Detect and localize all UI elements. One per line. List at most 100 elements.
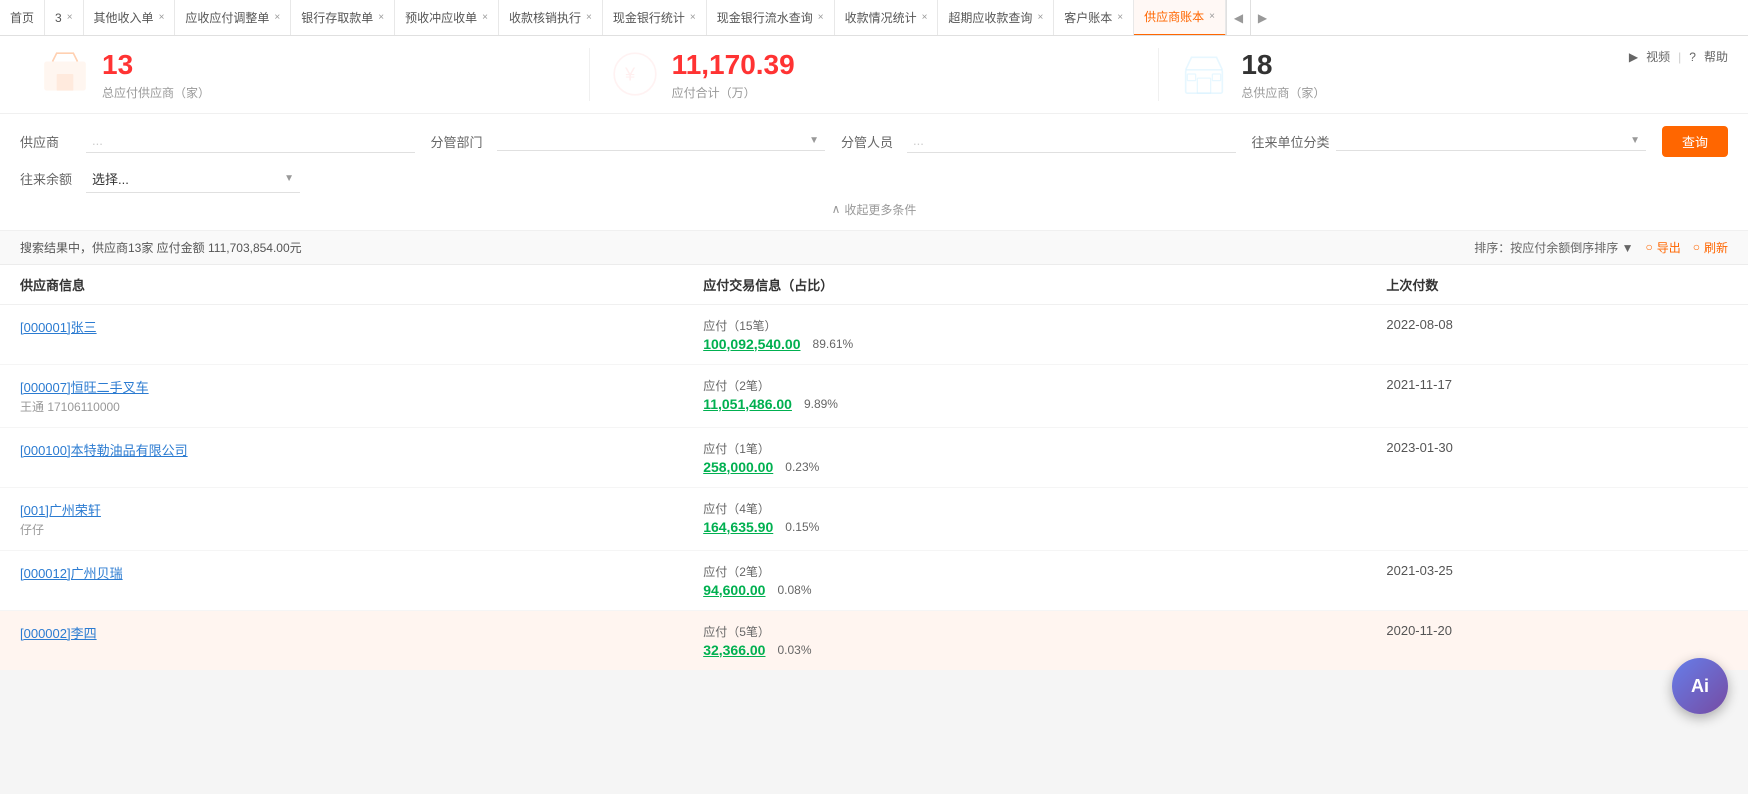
- close-icon[interactable]: ×: [922, 12, 928, 23]
- balance-select-value: 选择...: [92, 169, 129, 188]
- supplier-info-cell: [000100]本特勒油品有限公司: [20, 440, 703, 475]
- supplier-link[interactable]: [000007]恒旺二手叉车: [20, 377, 703, 396]
- export-button[interactable]: ○ 导出: [1645, 239, 1680, 256]
- close-icon[interactable]: ×: [482, 12, 488, 23]
- supplier-link[interactable]: [000002]李四: [20, 623, 703, 642]
- supplier-info-cell: [000001]张三: [20, 317, 703, 352]
- table-row[interactable]: [000002]李四 应付 （5笔） 32,366.00 0.03% 2020-…: [0, 611, 1748, 671]
- balance-filter-select[interactable]: 选择... ▼: [86, 165, 300, 193]
- last-pay-date: 2020-11-20: [1386, 623, 1452, 638]
- table-header: 供应商信息 应付交易信息（占比） 上次付数: [0, 265, 1748, 305]
- last-pay-cell: 2023-01-30: [1386, 440, 1728, 475]
- nav-tab-ar-ap-adjust[interactable]: 应收应付调整单 ×: [175, 0, 291, 36]
- filter-dept: 分管部门 ▼: [431, 131, 826, 151]
- close-icon[interactable]: ×: [1037, 12, 1043, 23]
- table-row[interactable]: [000012]广州贝瑞 应付 （2笔） 94,600.00 0.08% 202…: [0, 551, 1748, 611]
- sort-label[interactable]: 排序：按应付余额倒序排序 ▼: [1474, 239, 1633, 256]
- right-arrow-icon: ▶: [1258, 11, 1267, 25]
- person-filter-input[interactable]: [907, 129, 1236, 153]
- nav-tab-ar-ap-adjust-label: 应收应付调整单: [185, 9, 269, 26]
- nav-tab-receipt-verify[interactable]: 收款核销执行 ×: [499, 0, 603, 36]
- nav-tab-cash-bank-query[interactable]: 现金银行流水查询 ×: [707, 0, 835, 36]
- supplier-filter-label: 供应商: [20, 132, 80, 151]
- video-label[interactable]: 视频: [1646, 48, 1670, 65]
- payable-pct: 0.03%: [777, 643, 811, 657]
- payable-amount[interactable]: 11,051,486.00: [703, 396, 792, 412]
- result-summary-text: 搜索结果中，供应商13家 应付金额 111,703,854.00元: [20, 239, 302, 256]
- supplier-link[interactable]: [000001]张三: [20, 317, 703, 336]
- supplier-link[interactable]: [000100]本特勒油品有限公司: [20, 440, 703, 459]
- payable-count: （4笔）: [727, 500, 770, 517]
- dept-dropdown-icon: ▼: [809, 135, 819, 146]
- payable-cell: 应付 （15笔） 100,092,540.00 89.61%: [703, 317, 1386, 352]
- nav-tab-cash-bank-stat[interactable]: 现金银行统计 ×: [603, 0, 707, 36]
- table-row[interactable]: [001]广州荣轩 仔仔 应付 （4笔） 164,635.90 0.15%: [0, 488, 1748, 551]
- table-row[interactable]: [000001]张三 应付 （15笔） 100,092,540.00 89.61…: [0, 305, 1748, 365]
- close-icon[interactable]: ×: [274, 12, 280, 23]
- total-payable-suppliers-value: 13: [102, 48, 210, 82]
- filter-supplier: 供应商: [20, 129, 415, 153]
- nav-tab-pre-receive[interactable]: 预收冲应收单 ×: [395, 0, 499, 36]
- video-icon: ▶: [1629, 50, 1638, 64]
- nav-tab-other-income[interactable]: 其他收入单 ×: [84, 0, 176, 36]
- payable-amount[interactable]: 100,092,540.00: [703, 336, 800, 352]
- refresh-button[interactable]: ○ 刷新: [1693, 239, 1728, 256]
- last-pay-date: 2021-03-25: [1386, 563, 1453, 578]
- last-pay-date: 2023-01-30: [1386, 440, 1453, 455]
- nav-tab-home[interactable]: 首页: [0, 0, 45, 36]
- table-row[interactable]: [000007]恒旺二手叉车 王通 17106110000 应付 （2笔） 11…: [0, 365, 1748, 428]
- nav-tab-customer-ledger-label: 客户账本: [1064, 9, 1112, 26]
- supplier-link[interactable]: [000012]广州贝瑞: [20, 563, 703, 582]
- nav-tab-receipt-verify-label: 收款核销执行: [509, 9, 581, 26]
- supplier-link[interactable]: [001]广州荣轩: [20, 500, 703, 519]
- nav-tab-3[interactable]: 3 ×: [45, 0, 84, 36]
- payable-amount-row: 258,000.00 0.23%: [703, 459, 1386, 475]
- supplier-filter-input[interactable]: [86, 129, 415, 153]
- balance-dropdown-icon: ▼: [284, 173, 294, 184]
- close-icon[interactable]: ×: [818, 12, 824, 23]
- payable-amount[interactable]: 258,000.00: [703, 459, 773, 475]
- summary-bar: 13 总应付供应商（家） ¥ 11,170.39 应付合计（万） 18 总供应商…: [0, 36, 1748, 114]
- close-icon[interactable]: ×: [690, 12, 696, 23]
- supplier-table: 供应商信息 应付交易信息（占比） 上次付数 [000001]张三 应付 （15笔…: [0, 265, 1748, 671]
- close-icon[interactable]: ×: [1117, 12, 1123, 23]
- close-icon[interactable]: ×: [159, 12, 165, 23]
- table-row[interactable]: [000100]本特勒油品有限公司 应付 （1笔） 258,000.00 0.2…: [0, 428, 1748, 488]
- close-icon[interactable]: ×: [1209, 11, 1215, 22]
- refresh-label: 刷新: [1704, 239, 1728, 256]
- payable-label: 应付: [703, 440, 727, 457]
- payable-pct: 9.89%: [804, 397, 838, 411]
- nav-tab-supplier-ledger[interactable]: 供应商账本 ×: [1134, 0, 1226, 36]
- query-button[interactable]: 查询: [1662, 126, 1728, 157]
- result-bar-right: 排序：按应付余额倒序排序 ▼ ○ 导出 ○ 刷新: [1474, 239, 1728, 256]
- nav-tab-receipt-stat[interactable]: 收款情况统计 ×: [835, 0, 939, 36]
- payable-amount[interactable]: 164,635.90: [703, 519, 773, 535]
- total-suppliers-label: 总供应商（家）: [1241, 84, 1325, 101]
- filter-area: 供应商 分管部门 ▼ 分管人员 往来单位分类 ▼ 查询 往来余额: [0, 114, 1748, 231]
- last-pay-cell: [1386, 500, 1728, 538]
- filter-row-1: 供应商 分管部门 ▼ 分管人员 往来单位分类 ▼ 查询: [20, 126, 1728, 157]
- payable-label: 应付: [703, 317, 727, 334]
- payable-count: （2笔）: [727, 563, 770, 580]
- collapse-arrow-icon: ∧: [832, 202, 841, 216]
- ai-assistant-button[interactable]: Ai: [1672, 658, 1728, 714]
- dept-filter-select[interactable]: ▼: [497, 131, 826, 151]
- payable-amount[interactable]: 94,600.00: [703, 582, 765, 598]
- collapse-button[interactable]: ∧ 收起更多条件: [20, 201, 1728, 218]
- close-icon[interactable]: ×: [586, 12, 592, 23]
- payable-amount[interactable]: 32,366.00: [703, 642, 765, 658]
- nav-tab-bank-deposit[interactable]: 银行存取款单 ×: [291, 0, 395, 36]
- payable-cell: 应付 （2笔） 94,600.00 0.08%: [703, 563, 1386, 598]
- category-filter-select[interactable]: ▼: [1336, 131, 1646, 151]
- nav-tab-customer-ledger[interactable]: 客户账本 ×: [1054, 0, 1134, 36]
- filter-row-2: 往来余额 选择... ▼: [20, 165, 1728, 193]
- nav-tab-overdue-ar[interactable]: 超期应收款查询 ×: [938, 0, 1054, 36]
- close-icon[interactable]: ×: [67, 12, 73, 23]
- help-label[interactable]: 帮助: [1704, 48, 1728, 65]
- payable-row: 应付 （5笔）: [703, 623, 1386, 640]
- nav-tab-cash-bank-query-label: 现金银行流水查询: [717, 9, 813, 26]
- supplier-icon: [40, 49, 90, 99]
- close-icon[interactable]: ×: [378, 12, 384, 23]
- nav-left-arrow[interactable]: ◀: [1226, 0, 1250, 36]
- nav-right-arrow[interactable]: ▶: [1250, 0, 1274, 36]
